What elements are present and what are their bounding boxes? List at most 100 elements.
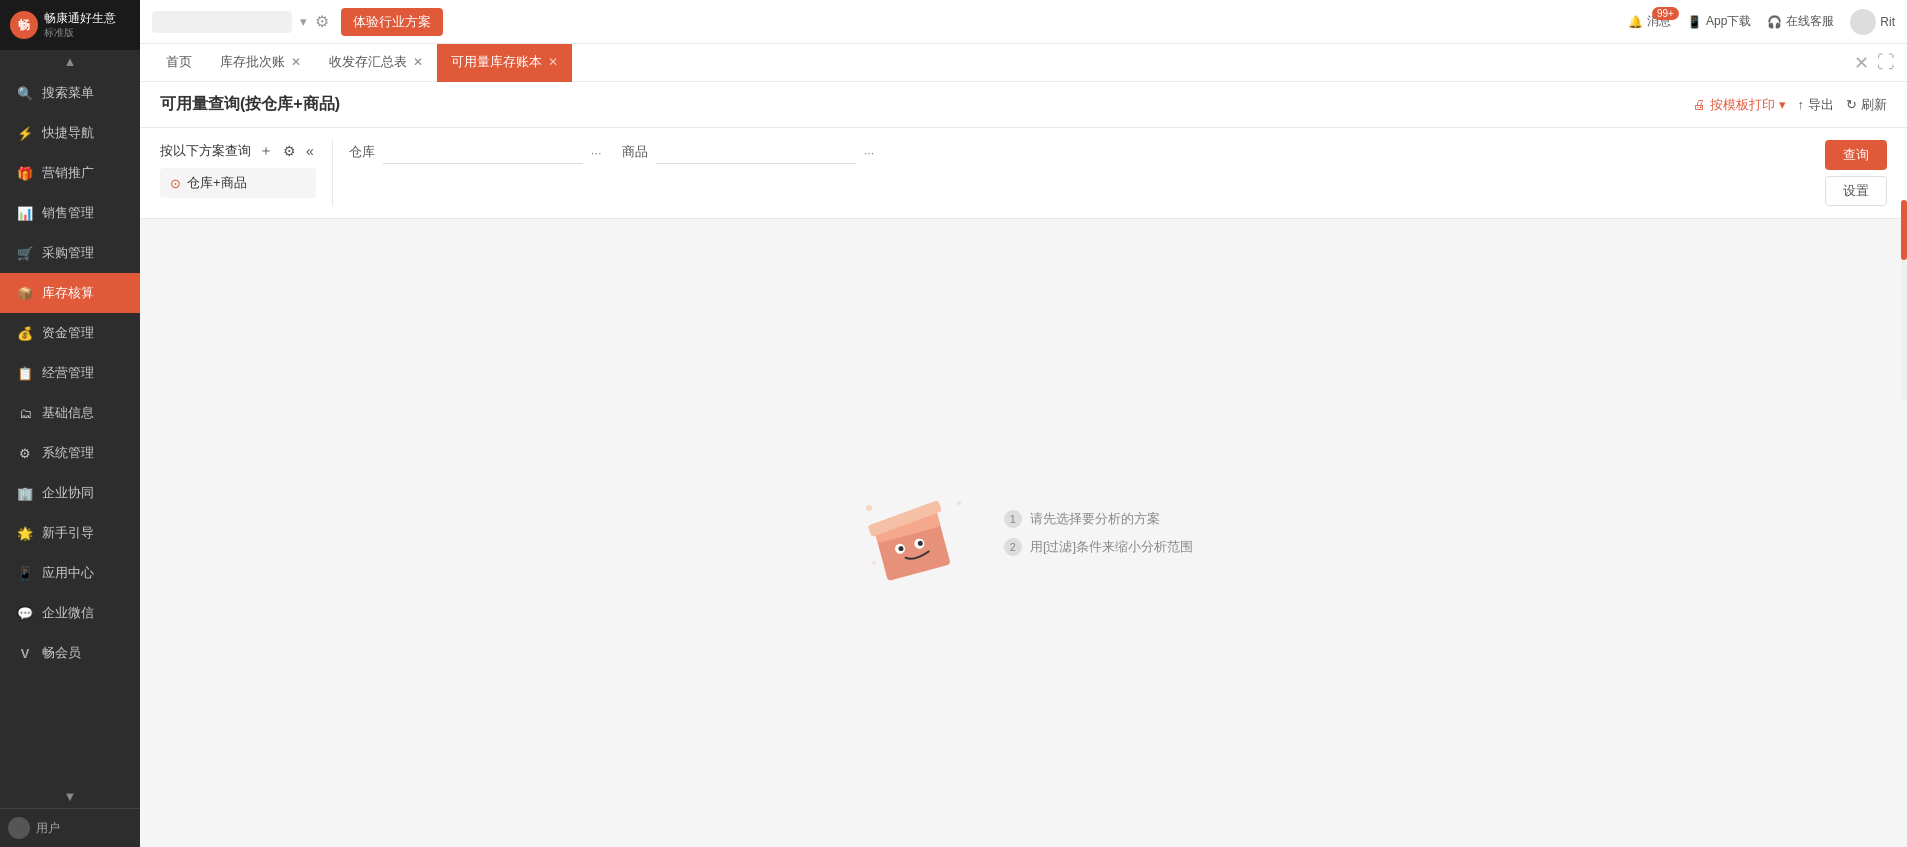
app-download-label: App下载 xyxy=(1706,13,1751,30)
export-button[interactable]: ↑ 导出 xyxy=(1798,96,1835,114)
cart-icon: 🛒 xyxy=(16,244,34,262)
user-avatar-small xyxy=(8,817,30,839)
settings-button[interactable]: 设置 xyxy=(1825,176,1887,206)
print-template-button[interactable]: 🖨 按模板打印 ▾ xyxy=(1693,96,1786,114)
sidebar-item-label: 采购管理 xyxy=(42,244,94,262)
basic-icon: 🗂 xyxy=(16,404,34,422)
sidebar-item-label: 快捷导航 xyxy=(42,124,94,142)
printer-icon: 🖨 xyxy=(1693,97,1706,112)
notification-badge: 99+ xyxy=(1652,7,1679,20)
sidebar-scroll-down[interactable]: ▼ xyxy=(0,785,140,808)
sidebar-scroll-up[interactable]: ▲ xyxy=(0,50,140,73)
empty-hint-2: 2 用[过滤]条件来缩小分析范围 xyxy=(1004,538,1193,556)
newbie-icon: 🌟 xyxy=(16,524,34,542)
right-scrollbar-thumb[interactable] xyxy=(1901,200,1907,260)
product-more-button[interactable]: ··· xyxy=(864,145,875,160)
sidebar-item-system[interactable]: ⚙ 系统管理 xyxy=(0,433,140,473)
sidebar-item-label: 营销推广 xyxy=(42,164,94,182)
sidebar-edition: 标准版 xyxy=(44,26,116,40)
svg-point-8 xyxy=(957,501,961,505)
tab-batch-account[interactable]: 库存批次账 ✕ xyxy=(206,44,315,82)
scheme-item-warehouse-product[interactable]: ⊙ 仓库+商品 xyxy=(160,168,316,198)
page-title: 可用量查询(按仓库+商品) xyxy=(160,94,340,115)
tab-batch-account-close[interactable]: ✕ xyxy=(291,55,301,69)
sidebar-item-enterprise[interactable]: 🏢 企业协同 xyxy=(0,473,140,513)
operations-icon: 📋 xyxy=(16,364,34,382)
add-scheme-button[interactable]: ＋ xyxy=(257,140,275,162)
right-scrollbar[interactable] xyxy=(1901,200,1907,400)
sidebar-item-wechat[interactable]: 💬 企业微信 xyxy=(0,593,140,633)
sidebar-item-label: 企业微信 xyxy=(42,604,94,622)
close-all-tabs-button[interactable]: ✕ xyxy=(1854,52,1869,74)
tab-receipt-summary[interactable]: 收发存汇总表 ✕ xyxy=(315,44,437,82)
sidebar-item-label: 经营管理 xyxy=(42,364,94,382)
expand-tab-button[interactable]: ⛶ xyxy=(1877,52,1895,73)
tab-receipt-summary-close[interactable]: ✕ xyxy=(413,55,423,69)
tab-available-ledger-close[interactable]: ✕ xyxy=(548,55,558,69)
apps-icon: 📱 xyxy=(16,564,34,582)
topbar-dropdown-icon[interactable]: ▾ xyxy=(300,14,307,29)
warehouse-more-button[interactable]: ··· xyxy=(591,145,602,160)
headset-icon: 🎧 xyxy=(1767,15,1782,29)
topbar-search-input[interactable] xyxy=(152,11,292,33)
refresh-button[interactable]: ↻ 刷新 xyxy=(1846,96,1887,114)
filter-fields: 仓库 ··· 商品 ··· xyxy=(349,140,1809,164)
topbar-online-service[interactable]: 🎧 在线客服 xyxy=(1767,13,1834,30)
finance-icon: 💰 xyxy=(16,324,34,342)
sidebar-item-label: 新手引导 xyxy=(42,524,94,542)
sidebar-logo: 畅 xyxy=(10,11,38,39)
scheme-item-icon: ⊙ xyxy=(170,176,181,191)
sidebar-item-finance[interactable]: 💰 资金管理 xyxy=(0,313,140,353)
tab-available-ledger[interactable]: 可用量库存账本 ✕ xyxy=(437,44,572,82)
sidebar-item-label: 企业协同 xyxy=(42,484,94,502)
wechat-icon: 💬 xyxy=(16,604,34,622)
topbar-notification[interactable]: 🔔 消息 99+ xyxy=(1628,13,1671,30)
collapse-scheme-button[interactable]: « xyxy=(304,141,316,161)
export-label: 导出 xyxy=(1808,96,1834,114)
empty-hint-1: 1 请先选择要分析的方案 xyxy=(1004,510,1193,528)
product-label: 商品 xyxy=(622,143,648,161)
system-icon: ⚙ xyxy=(16,444,34,462)
hint-text-1: 请先选择要分析的方案 xyxy=(1030,510,1160,528)
topbar-user-area[interactable]: Rit xyxy=(1850,9,1895,35)
topbar-app-download[interactable]: 📱 App下载 xyxy=(1687,13,1751,30)
sidebar-item-search[interactable]: 🔍 搜索菜单 xyxy=(0,73,140,113)
filter-scheme-title: 按以下方案查询 xyxy=(160,142,251,160)
sidebar-item-basic[interactable]: 🗂 基础信息 xyxy=(0,393,140,433)
tab-home[interactable]: 首页 xyxy=(152,44,206,82)
sidebar-item-label: 库存核算 xyxy=(42,284,94,302)
product-input[interactable] xyxy=(656,140,856,164)
tabs-actions: ✕ ⛶ xyxy=(1854,52,1895,74)
svg-point-9 xyxy=(872,561,876,565)
sidebar-header: 畅 畅康通好生意 标准版 xyxy=(0,0,140,50)
warehouse-input[interactable] xyxy=(383,140,583,164)
svg-point-7 xyxy=(866,505,872,511)
tab-receipt-summary-label: 收发存汇总表 xyxy=(329,53,407,71)
sidebar-item-marketing[interactable]: 🎁 营销推广 xyxy=(0,153,140,193)
sidebar-brand-name: 畅康通好生意 xyxy=(44,10,116,27)
sidebar-item-apps[interactable]: 📱 应用中心 xyxy=(0,553,140,593)
filter-field-warehouse: 仓库 ··· xyxy=(349,140,602,164)
query-button[interactable]: 查询 xyxy=(1825,140,1887,170)
manage-scheme-button[interactable]: ⚙ xyxy=(281,141,298,161)
sidebar-item-operations[interactable]: 📋 经营管理 xyxy=(0,353,140,393)
trial-industry-button[interactable]: 体验行业方案 xyxy=(341,8,443,36)
chart-icon: 📊 xyxy=(16,204,34,222)
tab-home-label: 首页 xyxy=(166,53,192,71)
empty-hints: 1 请先选择要分析的方案 2 用[过滤]条件来缩小分析范围 xyxy=(1004,510,1193,556)
sidebar-item-newbie[interactable]: 🌟 新手引导 xyxy=(0,513,140,553)
sidebar-item-sales[interactable]: 📊 销售管理 xyxy=(0,193,140,233)
topbar-right: 🔔 消息 99+ 📱 App下载 🎧 在线客服 Rit xyxy=(1628,9,1895,35)
sidebar-item-label: 应用中心 xyxy=(42,564,94,582)
enterprise-icon: 🏢 xyxy=(16,484,34,502)
sidebar-item-purchase[interactable]: 🛒 采购管理 xyxy=(0,233,140,273)
sidebar-footer[interactable]: 用户 xyxy=(0,808,140,847)
print-template-label: 按模板打印 xyxy=(1710,96,1775,114)
topbar-gear-icon[interactable]: ⚙ xyxy=(315,12,329,31)
page-content: 可用量查询(按仓库+商品) 🖨 按模板打印 ▾ ↑ 导出 ↻ 刷新 xyxy=(140,82,1907,847)
page-actions: 🖨 按模板打印 ▾ ↑ 导出 ↻ 刷新 xyxy=(1693,96,1888,114)
sidebar-item-vip[interactable]: V 畅会员 xyxy=(0,633,140,673)
export-icon: ↑ xyxy=(1798,97,1805,112)
sidebar-item-inventory[interactable]: 📦 库存核算 xyxy=(0,273,140,313)
sidebar-item-shortcut[interactable]: ⚡ 快捷导航 xyxy=(0,113,140,153)
